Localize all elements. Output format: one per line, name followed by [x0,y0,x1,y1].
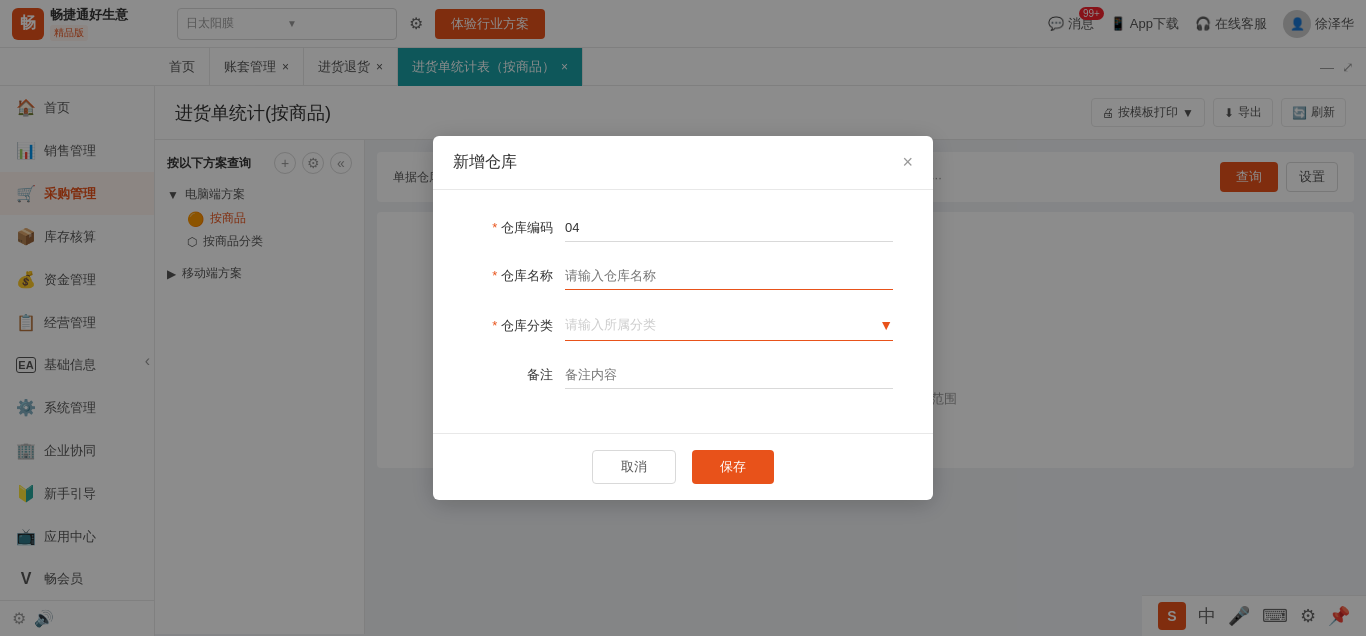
code-required-star: * [492,220,497,235]
cancel-button[interactable]: 取消 [592,450,676,484]
category-dropdown-icon: ▼ [879,317,893,333]
name-required-star: * [492,268,497,283]
modal-footer: 取消 保存 [433,433,933,500]
category-label: * 仓库分类 [473,317,553,335]
category-field-row: * 仓库分类 请输入所属分类 ▼ [473,310,893,341]
note-label: 备注 [473,366,553,384]
modal-overlay[interactable]: 新增仓库 × * 仓库编码 * 仓库名称 [0,0,1366,636]
modal-close-button[interactable]: × [902,152,913,173]
category-select[interactable]: 请输入所属分类 ▼ [565,310,893,341]
modal-header: 新增仓库 × [433,136,933,190]
category-required-star: * [492,318,497,333]
new-warehouse-modal: 新增仓库 × * 仓库编码 * 仓库名称 [433,136,933,500]
category-placeholder: 请输入所属分类 [565,316,656,334]
name-label: * 仓库名称 [473,267,553,285]
modal-title: 新增仓库 [453,152,517,173]
note-field-row: 备注 [473,361,893,389]
name-field-row: * 仓库名称 [473,262,893,290]
note-input[interactable] [565,361,893,389]
name-input[interactable] [565,262,893,290]
modal-body: * 仓库编码 * 仓库名称 * 仓库分类 请输入 [433,190,933,433]
code-field-row: * 仓库编码 [473,214,893,242]
save-button[interactable]: 保存 [692,450,774,484]
code-input[interactable] [565,214,893,242]
code-label: * 仓库编码 [473,219,553,237]
